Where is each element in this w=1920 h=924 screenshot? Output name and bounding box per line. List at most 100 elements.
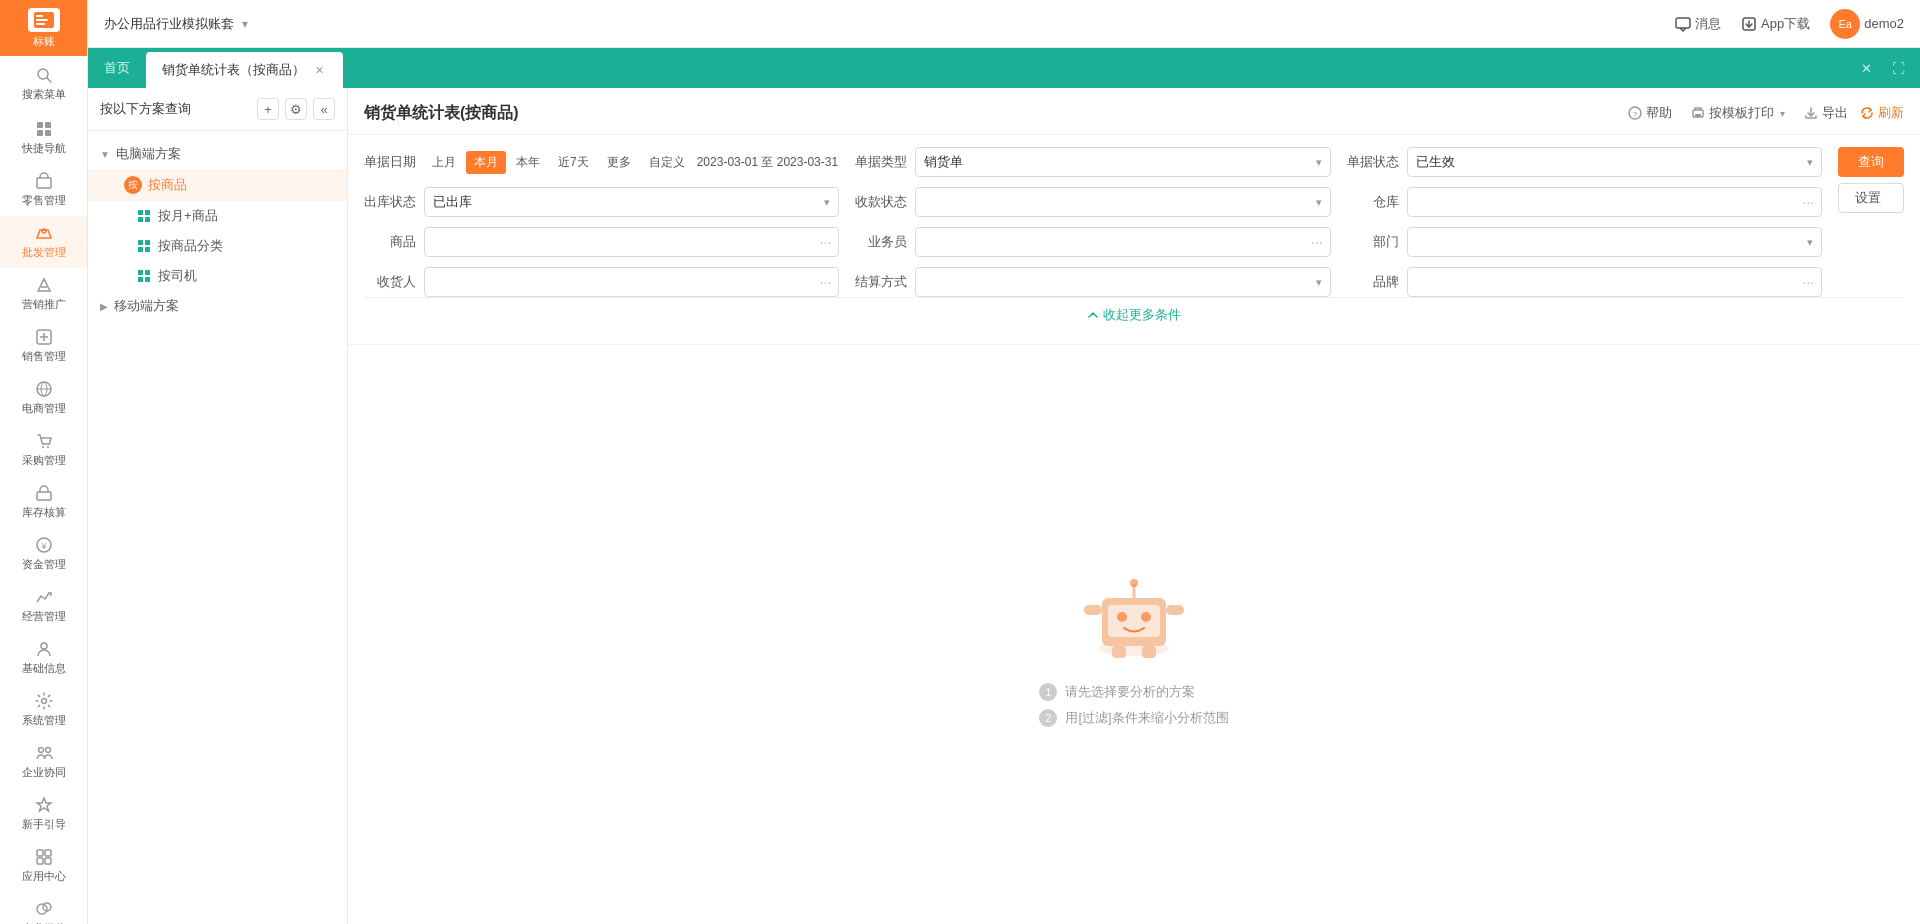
sidebar-item-sales[interactable]: 销售管理 [0, 320, 88, 372]
sidebar-item-wholesale[interactable]: 批发管理 [0, 216, 88, 268]
svg-point-56 [1141, 612, 1151, 622]
item-by-product-icon: 按 [124, 176, 142, 194]
settings-button[interactable]: 设置 [1838, 183, 1904, 213]
scheme-group-mobile-header[interactable]: ▶ 移动端方案 [88, 291, 347, 321]
collapse-bar[interactable]: 收起更多条件 [364, 297, 1904, 332]
filter-goods-input[interactable] [424, 227, 839, 257]
sidebar-item-system[interactable]: 系统管理 [0, 684, 88, 736]
topbar-dropdown-icon[interactable]: ▾ [242, 17, 248, 31]
filter-salesperson-input[interactable] [915, 227, 1330, 257]
sidebar-item-enterprise-wechat[interactable]: 企业微信 [0, 892, 88, 924]
scheme-settings-button[interactable]: ⚙ [285, 98, 307, 120]
filter-brand-input[interactable] [1407, 267, 1822, 297]
query-button[interactable]: 查询 [1838, 147, 1904, 177]
date-tab-this-year[interactable]: 本年 [508, 151, 548, 174]
filter-brand-item: 品牌 ··· [1347, 267, 1822, 297]
sidebar-item-quick-nav[interactable]: 快捷导航 [0, 112, 88, 164]
date-tab-last-month[interactable]: 上月 [424, 151, 464, 174]
svg-rect-44 [138, 270, 143, 275]
filter-out-status-dropdown[interactable]: 已出库 ▾ [424, 187, 839, 217]
sidebar-item-basic[interactable]: 基础信息 [0, 632, 88, 684]
inner-layout: 按以下方案查询 + ⚙ « ▼ 电脑端方案 [88, 88, 1920, 924]
scheme-add-button[interactable]: + [257, 98, 279, 120]
warehouse-dots-icon[interactable]: ··· [1802, 194, 1814, 210]
filter-warehouse-input[interactable] [1407, 187, 1822, 217]
sidebar-label-sales: 销售管理 [22, 349, 66, 364]
salesperson-dots-icon[interactable]: ··· [1311, 234, 1323, 250]
receiver-dots-icon[interactable]: ··· [820, 274, 832, 290]
filter-row-4: 收货人 ··· 结算方式 [364, 267, 1822, 297]
filter-doc-type-item: 单据类型 销货单 ▾ [855, 147, 1330, 177]
page-content: 按以下方案查询 + ⚙ « ▼ 电脑端方案 [88, 88, 1920, 924]
app-logo: 标账 [0, 0, 88, 56]
sidebar-item-inventory[interactable]: 库存核算 [0, 476, 88, 528]
filter-doc-type-dropdown[interactable]: 销货单 ▾ [915, 147, 1330, 177]
topbar-message[interactable]: 消息 [1675, 15, 1721, 33]
sidebar-label-search: 搜索菜单 [22, 87, 66, 102]
sidebar-item-ecommerce[interactable]: 电商管理 [0, 372, 88, 424]
sidebar-item-search[interactable]: 搜索菜单 [0, 56, 88, 112]
mobile-group-arrow: ▶ [100, 301, 108, 312]
filter-doc-status-dropdown[interactable]: 已生效 ▾ [1407, 147, 1822, 177]
filter-doc-type-label: 单据类型 [855, 153, 907, 171]
filter-out-status-control: 已出库 ▾ [424, 187, 839, 217]
tab-close-all-button[interactable]: ✕ [1852, 54, 1880, 82]
svg-rect-1 [36, 15, 43, 17]
sidebar-item-enterprise-collab[interactable]: 企业协同 [0, 736, 88, 788]
filter-collection-status-item: 收款状态 ▾ [855, 187, 1330, 217]
scheme-item-by-product[interactable]: 按 按商品 [88, 169, 347, 201]
filter-receiver-input[interactable] [424, 267, 839, 297]
filter-department-dropdown[interactable]: ▾ [1407, 227, 1822, 257]
date-tab-last-7-days[interactable]: 近7天 [550, 151, 597, 174]
tab-close-button[interactable]: ✕ [311, 62, 327, 78]
svg-point-19 [47, 446, 49, 448]
sidebar-item-marketing[interactable]: 营销推广 [0, 268, 88, 320]
scheme-group-pc-header[interactable]: ▼ 电脑端方案 [88, 139, 347, 169]
topbar-app-download[interactable]: App下载 [1741, 15, 1810, 33]
user-profile[interactable]: Ea demo2 [1830, 9, 1904, 39]
scheme-group-mobile: ▶ 移动端方案 [88, 291, 347, 321]
print-action[interactable]: 按模板打印 ▾ [1684, 100, 1792, 126]
sidebar-item-newbie[interactable]: 新手引导 [0, 788, 88, 840]
page-title: 销货单统计表(按商品) [364, 103, 519, 124]
date-tab-this-month[interactable]: 本月 [466, 151, 506, 174]
print-dropdown-arrow[interactable]: ▾ [1780, 108, 1785, 119]
scheme-item-by-warehouse[interactable]: 按司机 [88, 261, 347, 291]
logo-text: 标账 [33, 34, 55, 49]
mobile-group-label: 移动端方案 [114, 297, 179, 315]
tab-maximize-button[interactable]: ⛶ [1884, 54, 1912, 82]
refresh-icon [1860, 106, 1874, 120]
question-icon: ? [1628, 106, 1642, 120]
filter-payment-method-dropdown[interactable]: ▾ [915, 267, 1330, 297]
sidebar-item-purchase[interactable]: 采购管理 [0, 424, 88, 476]
sidebar-label-retail: 零售管理 [22, 193, 66, 208]
scheme-item-by-category[interactable]: 按商品分类 [88, 231, 347, 261]
svg-point-31 [37, 904, 47, 914]
help-action[interactable]: ? 帮助 [1628, 104, 1672, 122]
sidebar-item-app-center[interactable]: 应用中心 [0, 840, 88, 892]
refresh-action[interactable]: 刷新 [1860, 104, 1904, 122]
avatar: Ea [1830, 9, 1860, 39]
scheme-item-by-month-product[interactable]: 按月+商品 [88, 201, 347, 231]
tab-home[interactable]: 首页 [88, 48, 146, 88]
date-tab-custom[interactable]: 自定义 [641, 151, 693, 174]
item-by-month-product-icon [136, 208, 152, 224]
export-action[interactable]: 导出 [1804, 104, 1848, 122]
filter-collection-status-control: ▾ [915, 187, 1330, 217]
scheme-collapse-button[interactable]: « [313, 98, 335, 120]
brand-dots-icon[interactable]: ··· [1802, 274, 1814, 290]
topbar-right: 消息 App下载 Ea demo2 [1675, 9, 1904, 39]
date-tab-more[interactable]: 更多 [599, 151, 639, 174]
sidebar-item-retail[interactable]: 零售管理 [0, 164, 88, 216]
filter-collection-status-dropdown[interactable]: ▾ [915, 187, 1330, 217]
export-icon [1804, 106, 1818, 120]
sidebar-item-operations[interactable]: 经营管理 [0, 580, 88, 632]
svg-rect-29 [37, 858, 43, 864]
item-by-month-product-label: 按月+商品 [158, 207, 218, 225]
tab-sales-stat[interactable]: 销货单统计表（按商品） ✕ [146, 52, 343, 88]
svg-rect-33 [1676, 18, 1690, 28]
filter-doc-status-value: 已生效 [1416, 153, 1455, 171]
sidebar: 标账 搜索菜单 快捷导航 零售管理 批发管理 营销推广 销售管理 电商管理 采购… [0, 0, 88, 924]
goods-dots-icon[interactable]: ··· [820, 234, 832, 250]
sidebar-item-finance[interactable]: ¥ 资金管理 [0, 528, 88, 580]
